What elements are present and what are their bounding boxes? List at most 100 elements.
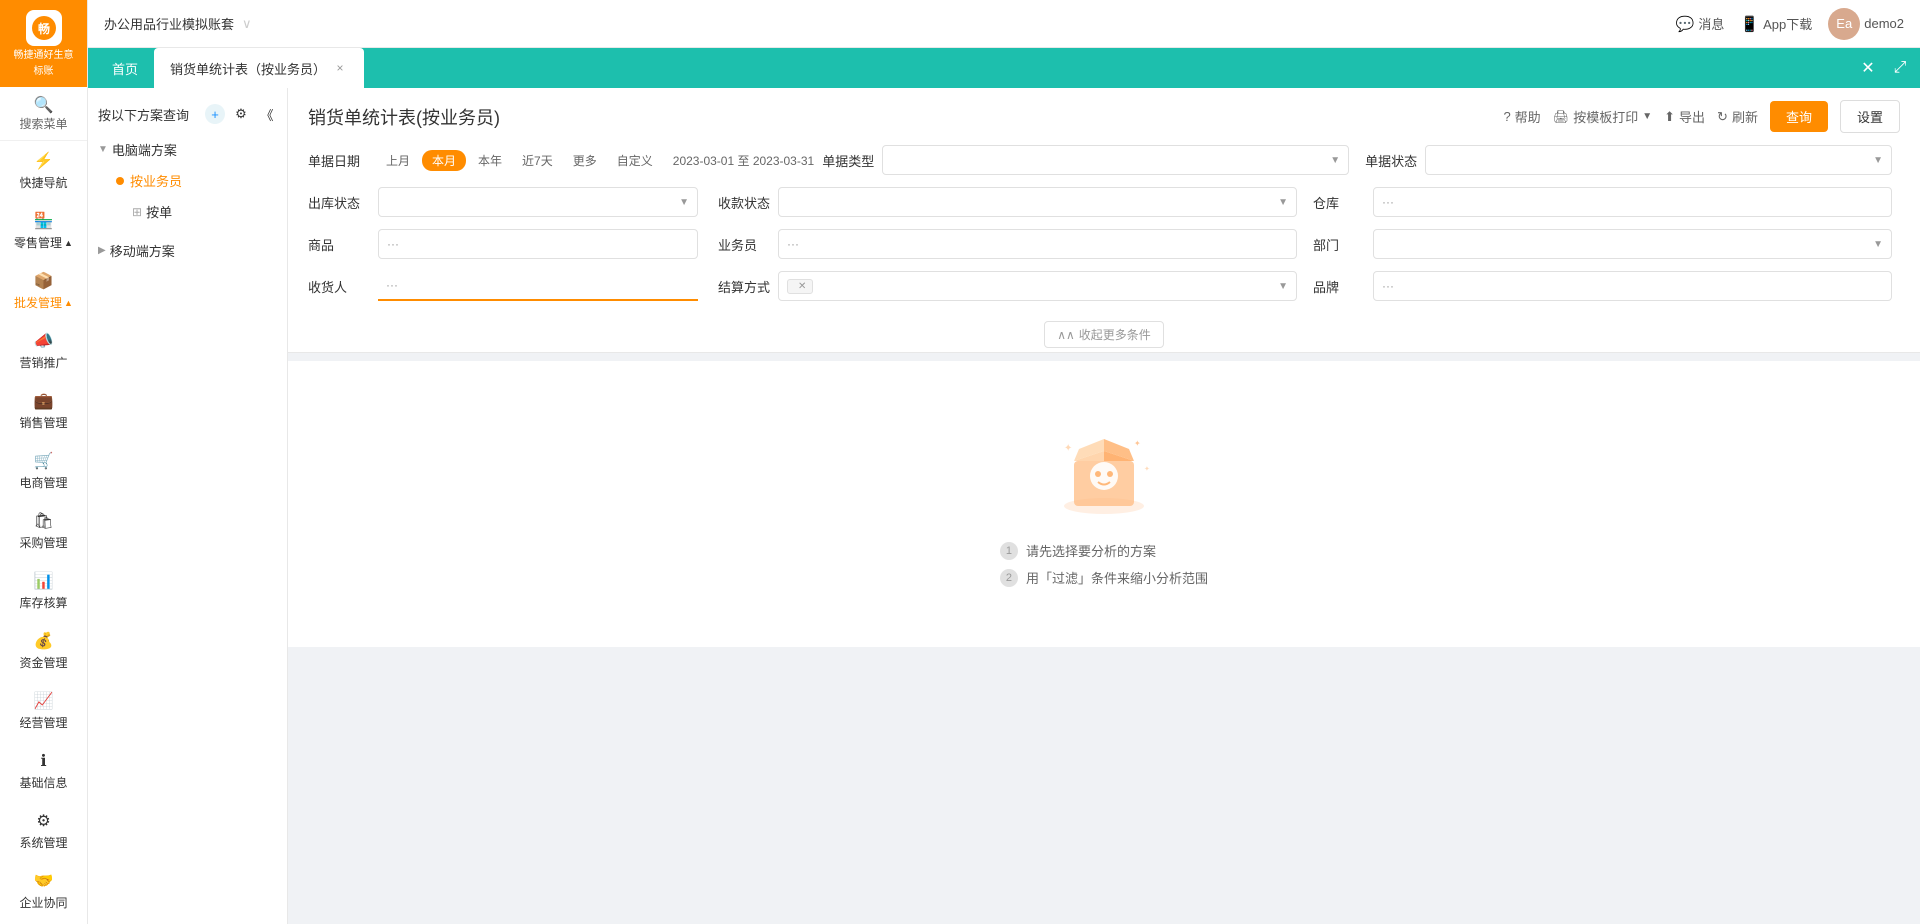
paymentmethod-tag-close[interactable]: ✕ — [798, 281, 806, 292]
docstatus-label: 单据状态 — [1365, 151, 1425, 170]
settings-btn[interactable]: 设置 — [1840, 100, 1900, 133]
salesperson-label: 业务员 — [718, 235, 778, 254]
help-btn[interactable]: ? 帮助 — [1503, 107, 1540, 126]
collapse-row: ∧∧ 收起更多条件 — [308, 313, 1900, 352]
export-icon: ⬆ — [1664, 109, 1675, 125]
tab-close-all-btn[interactable]: ✕ — [1856, 56, 1880, 80]
pc-scheme-parent[interactable]: ▼ 电脑端方案 — [88, 134, 287, 165]
right-content: 销货单统计表(按业务员) ? 帮助 🖨 按模板打印 ▼ ⬆ — [288, 88, 1920, 924]
empty-tip-1-text: 请先选择要分析的方案 — [1026, 541, 1156, 560]
tab-salereport[interactable]: 销货单统计表（按业务员） × — [154, 48, 364, 88]
tab-maximize-icon: ⤢ — [1894, 59, 1907, 77]
print-btn[interactable]: 🖨 按模板打印 ▼ — [1553, 107, 1652, 126]
sidebar-item-finance[interactable]: 💰 资金管理 — [0, 621, 87, 681]
finance-icon: 💰 — [34, 631, 54, 651]
warehouse-select[interactable]: ··· — [1373, 187, 1892, 217]
salesperson-select[interactable]: ··· — [778, 229, 1297, 259]
message-btn[interactable]: 💬 消息 — [1676, 14, 1725, 33]
date-tab-thismonth[interactable]: 本月 — [422, 150, 466, 171]
left-panel-add-btn[interactable]: + — [205, 104, 225, 124]
outstatus-label: 出库状态 — [308, 193, 378, 212]
filter-row-1: 单据日期 上月 本月 本年 近7天 更多 自定义 2023-03-01 至 20… — [308, 145, 1900, 175]
sidebar-item-quicknav[interactable]: ⚡ 快捷导航 — [0, 141, 87, 201]
sidebar-item-purchase[interactable]: 🛍 采购管理 — [0, 501, 87, 561]
marketing-icon: 📣 — [34, 331, 54, 351]
help-label: 帮助 — [1515, 107, 1541, 126]
print-arrow-icon: ▼ — [1642, 111, 1652, 122]
refresh-label: 刷新 — [1732, 107, 1758, 126]
brand-select[interactable]: ··· — [1373, 271, 1892, 301]
warehouse-label: 仓库 — [1313, 193, 1373, 212]
active-dot-icon — [116, 177, 124, 185]
tree-grandchild-byorder[interactable]: ⊞ 按单 — [88, 196, 287, 227]
filter-col-paymentstatus: 收款状态 ▼ — [698, 187, 1305, 217]
sidebar-item-business[interactable]: 📈 经营管理 — [0, 681, 87, 741]
sidebar-retail-label: 零售管理 — [14, 234, 62, 251]
product-select[interactable]: ··· — [378, 229, 698, 259]
sidebar-item-retail[interactable]: 🏪 零售管理 ▲ — [0, 201, 87, 261]
date-tab-lastmonth[interactable]: 上月 — [378, 150, 418, 171]
empty-illustration: ✦ ✦ ✦ — [1044, 421, 1164, 521]
refresh-btn[interactable]: ↻ 刷新 — [1717, 107, 1758, 126]
paymentmethod-select[interactable]: ✕ ▼ — [778, 271, 1297, 301]
receiver-select[interactable]: ··· — [378, 271, 698, 301]
sidebar-sales-label: 销售管理 — [19, 414, 67, 431]
retail-arrow-icon: ▲ — [64, 238, 73, 248]
date-tab-more[interactable]: 更多 — [565, 150, 605, 171]
export-btn[interactable]: ⬆ 导出 — [1664, 107, 1705, 126]
doctype-select[interactable]: ▼ — [882, 145, 1349, 175]
print-label: 按模板打印 — [1573, 107, 1638, 126]
paymentstatus-select[interactable]: ▼ — [778, 187, 1297, 217]
sidebar-item-search[interactable]: 🔍 搜索菜单 — [0, 87, 87, 141]
sidebar-item-cooperation[interactable]: 🤝 企业协同 — [0, 861, 87, 921]
sidebar-item-system[interactable]: ⚙ 系统管理 — [0, 801, 87, 861]
tip-icon-2: 2 — [1006, 572, 1012, 584]
sidebar-item-ecommerce[interactable]: 🛒 电商管理 — [0, 441, 87, 501]
paymentmethod-arrow-icon: ▼ — [1278, 281, 1288, 292]
date-tab-thisyear[interactable]: 本年 — [470, 150, 510, 171]
tabbar-actions: ✕ ⤢ — [1856, 56, 1912, 80]
username: demo2 — [1864, 16, 1904, 31]
tab-close-icon[interactable]: × — [332, 60, 348, 76]
mobile-scheme-parent[interactable]: ▶ 移动端方案 — [88, 235, 287, 266]
cooperation-icon: 🤝 — [34, 871, 54, 891]
sidebar-item-marketing[interactable]: 📣 营销推广 — [0, 321, 87, 381]
filter-row-3: 商品 ··· 业务员 ··· 部门 — [308, 229, 1900, 259]
sidebar-logo: 畅 畅捷通好生意 标账 — [0, 0, 87, 87]
left-panel-edit-btn[interactable]: ⚙ — [231, 104, 251, 124]
left-panel-collapse-btn[interactable]: 《 — [257, 104, 277, 124]
sales-icon: 💼 — [34, 391, 54, 411]
date-tab-custom[interactable]: 自定义 — [609, 150, 661, 171]
tab-maximize-btn[interactable]: ⤢ — [1888, 56, 1912, 80]
date-tab-7days[interactable]: 近7天 — [514, 150, 561, 171]
main-area: 办公用品行业模拟账套 ∨ 💬 消息 📱 App下载 Ea demo2 首页 — [88, 0, 1920, 924]
department-label: 部门 — [1313, 235, 1373, 254]
message-label: 消息 — [1698, 14, 1724, 33]
export-label: 导出 — [1679, 107, 1705, 126]
sidebar-quicknav-label: 快捷导航 — [19, 174, 67, 191]
print-icon: 🖨 — [1553, 109, 1570, 125]
left-panel-actions: + ⚙ 《 — [205, 104, 277, 124]
tab-home[interactable]: 首页 — [96, 48, 154, 88]
sidebar-item-sales[interactable]: 💼 销售管理 — [0, 381, 87, 441]
sidebar-item-inventory[interactable]: 📊 库存核算 — [0, 561, 87, 621]
inventory-icon: 📊 — [34, 571, 54, 591]
business-icon: 📈 — [34, 691, 54, 711]
sidebar-business-label: 经营管理 — [19, 714, 67, 731]
date-range-text: 2023-03-01 至 2023-03-31 — [673, 152, 814, 169]
empty-tip-2: 2 用「过滤」条件来缩小分析范围 — [1000, 568, 1208, 587]
query-btn[interactable]: 查询 — [1770, 101, 1828, 132]
pc-scheme-section: ▼ 电脑端方案 按业务员 ⊞ 按单 — [88, 130, 287, 231]
empty-tips: 1 请先选择要分析的方案 2 用「过滤」条件来缩小分析范围 — [1000, 541, 1208, 587]
docstatus-select[interactable]: ▼ — [1425, 145, 1892, 175]
sidebar-item-wholesale[interactable]: 📦 批发管理 ▲ — [0, 261, 87, 321]
collapse-btn[interactable]: ∧∧ 收起更多条件 — [1044, 321, 1164, 348]
download-btn[interactable]: 📱 App下载 — [1740, 14, 1812, 33]
sidebar-inventory-label: 库存核算 — [19, 594, 67, 611]
sidebar-item-basic[interactable]: ℹ 基础信息 — [0, 741, 87, 801]
outstatus-select[interactable]: ▼ — [378, 187, 698, 217]
department-select[interactable]: ▼ — [1373, 229, 1892, 259]
user-area[interactable]: Ea demo2 — [1828, 8, 1904, 40]
tree-child-salesperson[interactable]: 按业务员 — [88, 165, 287, 196]
purchase-icon: 🛍 — [33, 511, 53, 531]
